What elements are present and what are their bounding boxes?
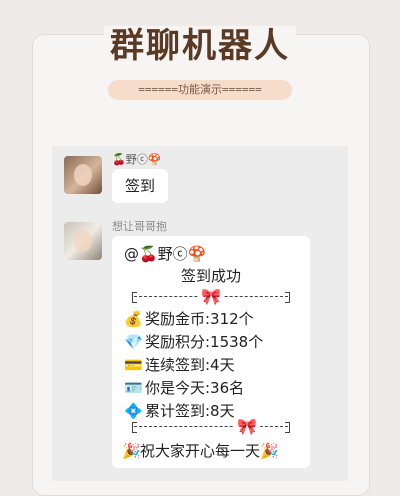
streak-text: 连续签到:4天 — [145, 356, 235, 374]
coins-text: 奖励金币:312个 — [145, 310, 254, 328]
sender-name: 想让哥哥抱 — [112, 220, 167, 233]
wish-line: 🎉祝大家开心每一天🎉 — [122, 440, 279, 461]
party-popper-icon: 🎉 — [122, 442, 141, 460]
money-bag-icon: 💰 — [124, 310, 143, 328]
success-text: 签到成功 — [180, 267, 241, 285]
party-popper-icon: 🎉 — [260, 442, 279, 460]
bow-icon: 🎀 — [198, 286, 224, 308]
mention-text: @🍒野ⓒ🍄 — [124, 245, 207, 263]
bot-reply-bubble[interactable]: @🍒野ⓒ🍄 签到成功 🎀 💰 奖励金币:312个 💎 奖励积分:1538个 💳 连续签… — [112, 236, 310, 468]
id-card-icon: 🪪 — [124, 379, 143, 397]
message-bubble[interactable]: 签到 — [112, 169, 168, 203]
rank-line: 🪪 你是今天:36名 — [124, 377, 244, 398]
total-line: 💠 累计签到:8天 — [124, 400, 235, 421]
page-title-text: 群聊机器人 — [104, 26, 296, 66]
subtitle-pill: ======功能演示====== — [108, 80, 292, 100]
coins-line: 💰 奖励金币:312个 — [124, 308, 254, 329]
avatar[interactable] — [64, 156, 102, 194]
wish-text: 祝大家开心每一天 — [140, 442, 261, 460]
avatar[interactable] — [64, 222, 102, 260]
page-title: 群聊机器人 — [0, 18, 400, 67]
sender-name: 🍒野ⓒ🍄 — [112, 153, 162, 166]
top-divider: 🎀 — [132, 286, 290, 308]
rank-text: 你是今天:36名 — [145, 379, 245, 397]
gem-icon: 💎 — [124, 333, 143, 351]
total-text: 累计签到:8天 — [145, 402, 235, 420]
points-line: 💎 奖励积分:1538个 — [124, 331, 263, 352]
diamond-icon: 💠 — [124, 402, 143, 420]
card-icon: 💳 — [124, 356, 143, 374]
points-text: 奖励积分:1538个 — [145, 333, 264, 351]
bottom-divider: 🎀 — [132, 416, 290, 438]
streak-line: 💳 连续签到:4天 — [124, 354, 235, 375]
bow-icon: 🎀 — [234, 416, 260, 438]
